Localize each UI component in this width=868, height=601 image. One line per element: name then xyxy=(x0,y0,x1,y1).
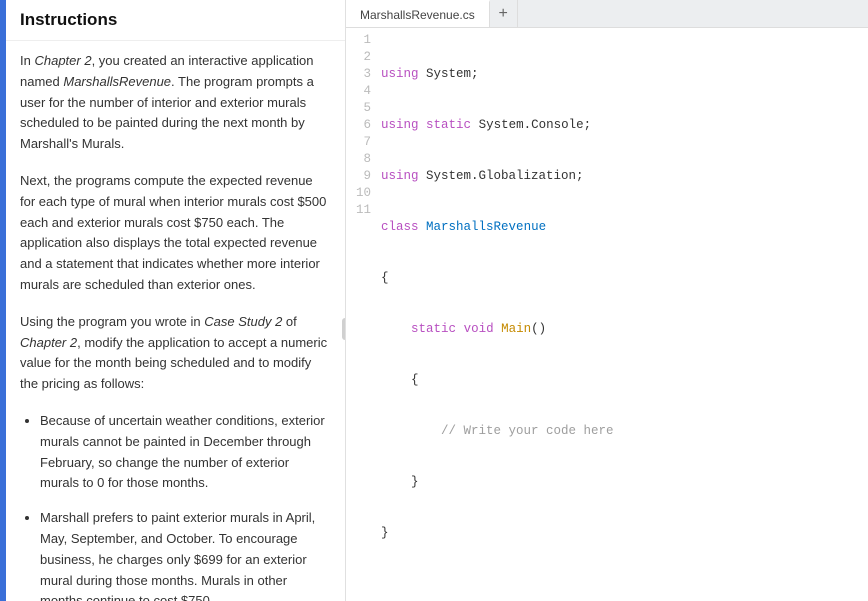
brace: { xyxy=(381,271,389,285)
line-number: 7 xyxy=(356,134,371,151)
indent xyxy=(381,373,411,387)
code-line: using static System.Console; xyxy=(381,117,860,134)
instructions-header: Instructions xyxy=(6,0,345,41)
comment: // Write your code here xyxy=(441,424,614,438)
brace: } xyxy=(381,526,389,540)
line-number: 9 xyxy=(356,168,371,185)
tab-bar: MarshallsRevenue.cs + xyxy=(346,0,868,28)
keyword: static xyxy=(411,322,456,336)
code-line: } xyxy=(381,525,860,542)
keyword: using xyxy=(381,169,419,183)
line-gutter: 1 2 3 4 5 6 7 8 9 10 11 xyxy=(346,28,379,601)
code-line xyxy=(381,576,860,593)
text: of xyxy=(282,314,296,329)
instructions-title: Instructions xyxy=(20,10,117,30)
instructions-para-1: In Chapter 2, you created an interactive… xyxy=(20,51,331,155)
code-line: class MarshallsRevenue xyxy=(381,219,860,236)
keyword: void xyxy=(464,322,494,336)
line-number: 2 xyxy=(356,49,371,66)
line-number: 4 xyxy=(356,83,371,100)
line-number: 3 xyxy=(356,66,371,83)
keyword: class xyxy=(381,220,419,234)
type: MarshallsRevenue xyxy=(426,220,546,234)
text: System.Console; xyxy=(471,118,591,132)
editor-panel: MarshallsRevenue.cs + 1 2 3 4 5 6 7 8 9 … xyxy=(346,0,868,601)
instructions-para-2: Next, the programs compute the expected … xyxy=(20,171,331,296)
text: Using the program you wrote in xyxy=(20,314,204,329)
instructions-list: Because of uncertain weather conditions,… xyxy=(20,411,331,601)
add-tab-button[interactable]: + xyxy=(490,0,518,27)
code-editor[interactable]: 1 2 3 4 5 6 7 8 9 10 11 using System; us… xyxy=(346,28,868,601)
list-item: Because of uncertain weather conditions,… xyxy=(40,411,331,494)
instructions-panel: Instructions In Chapter 2, you created a… xyxy=(6,0,346,601)
indent xyxy=(381,475,411,489)
instructions-body: In Chapter 2, you created an interactive… xyxy=(6,41,345,601)
method: Main xyxy=(501,322,531,336)
code-line: } xyxy=(381,474,860,491)
brace: { xyxy=(411,373,419,387)
code-content[interactable]: using System; using static System.Consol… xyxy=(379,28,868,601)
code-line: using System.Globalization; xyxy=(381,168,860,185)
code-line: static void Main() xyxy=(381,321,860,338)
chapter-ref: Chapter 2 xyxy=(20,335,77,350)
brace: } xyxy=(411,475,419,489)
text: In xyxy=(20,53,34,68)
text: System.Globalization; xyxy=(419,169,584,183)
chapter-ref: Chapter 2 xyxy=(34,53,91,68)
line-number: 8 xyxy=(356,151,371,168)
code-line: // Write your code here xyxy=(381,423,860,440)
code-line: using System; xyxy=(381,66,860,83)
line-number: 6 xyxy=(356,117,371,134)
line-number: 5 xyxy=(356,100,371,117)
case-study-ref: Case Study 2 xyxy=(204,314,282,329)
paren: () xyxy=(531,322,546,336)
list-item: Marshall prefers to paint exterior mural… xyxy=(40,508,331,601)
program-name: MarshallsRevenue xyxy=(63,74,171,89)
text: System; xyxy=(419,67,479,81)
keyword: using xyxy=(381,118,419,132)
indent xyxy=(381,322,411,336)
line-number: 10 xyxy=(356,185,371,202)
line-number: 11 xyxy=(356,202,371,219)
indent xyxy=(381,424,441,438)
code-line: { xyxy=(381,372,860,389)
instructions-para-3: Using the program you wrote in Case Stud… xyxy=(20,312,331,395)
code-line: { xyxy=(381,270,860,287)
line-number: 1 xyxy=(356,32,371,49)
tab-marshallsrevenue[interactable]: MarshallsRevenue.cs xyxy=(346,0,490,27)
pane-resize-handle[interactable] xyxy=(342,318,346,340)
keyword: static xyxy=(426,118,471,132)
keyword: using xyxy=(381,67,419,81)
